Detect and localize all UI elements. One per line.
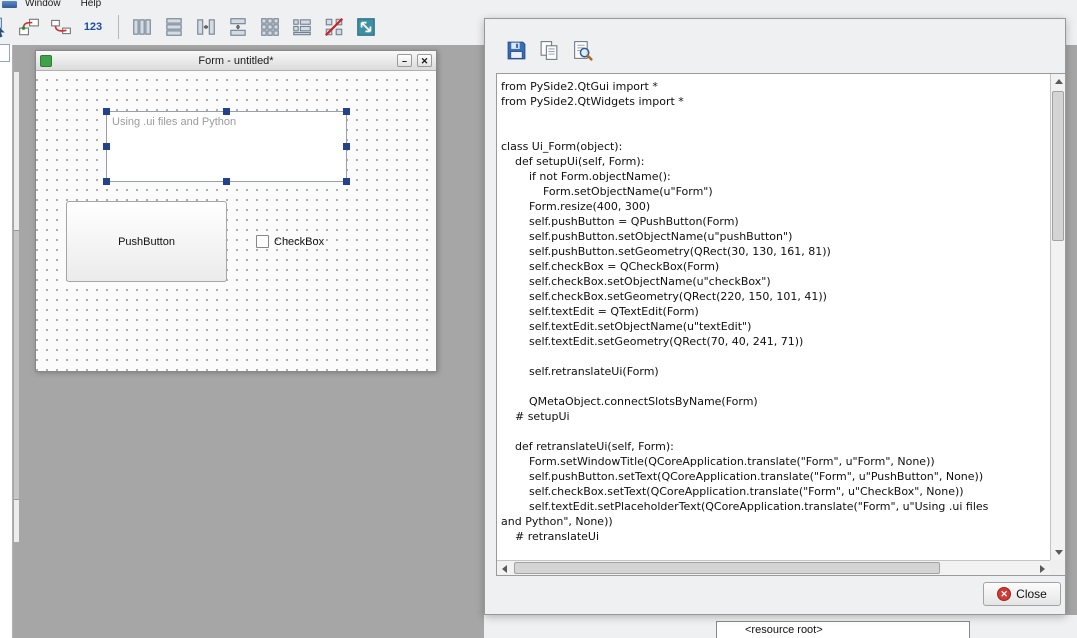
code-view: from PySide2.QtGui import * from PySide2… xyxy=(496,73,1066,576)
form-close-button[interactable] xyxy=(417,54,432,67)
textedit-placeholder: Using .ui files and Python xyxy=(112,116,236,128)
layout-vertical-button[interactable] xyxy=(161,14,187,40)
menu-help[interactable]: Help xyxy=(81,0,102,9)
layout-horizontal-splitter-button[interactable] xyxy=(193,14,219,40)
edit-widgets-button[interactable] xyxy=(0,14,10,40)
selection-handle-ne[interactable] xyxy=(343,108,350,115)
textedit-widget[interactable]: Using .ui files and Python xyxy=(106,111,347,182)
selection-handle-nw[interactable] xyxy=(103,108,110,115)
designer-form-icon xyxy=(40,55,52,67)
pushbutton-widget[interactable]: PushButton xyxy=(66,201,227,282)
save-button[interactable] xyxy=(502,36,530,64)
widget-box-panel xyxy=(0,45,13,638)
widget-filter-input[interactable] xyxy=(0,44,10,62)
widget-box-scrollbar-thumb[interactable] xyxy=(14,230,19,500)
adjust-size-button[interactable] xyxy=(353,14,379,40)
menu-window[interactable]: Window xyxy=(25,0,61,9)
checkbox-label: CheckBox xyxy=(274,236,324,248)
edit-tab-order-icon: 123 xyxy=(84,21,102,33)
code-horizontal-scrollbar[interactable] xyxy=(497,560,1050,575)
qt-designer-app: Window Help 123 xyxy=(0,0,1077,638)
edit-signals-slots-button[interactable] xyxy=(16,14,42,40)
code-vertical-scrollbar[interactable] xyxy=(1050,74,1065,560)
checkbox-widget[interactable]: CheckBox xyxy=(256,221,357,262)
break-layout-icon xyxy=(323,16,345,38)
selection-handle-n[interactable] xyxy=(223,108,230,115)
checkbox-indicator xyxy=(256,235,269,248)
edit-widgets-icon xyxy=(0,16,8,38)
edit-tab-order-button[interactable]: 123 xyxy=(80,14,106,40)
find-button[interactable] xyxy=(568,36,596,64)
break-layout-button[interactable] xyxy=(321,14,347,40)
scroll-right-icon xyxy=(1040,565,1045,573)
scroll-left-button[interactable] xyxy=(497,561,512,576)
layout-vertical-icon xyxy=(163,16,185,38)
scroll-right-button[interactable] xyxy=(1035,561,1050,576)
resource-root-item[interactable]: <resource root> xyxy=(745,624,823,636)
scroll-left-icon xyxy=(502,565,507,573)
selection-handle-se[interactable] xyxy=(343,178,350,185)
layout-grid-button[interactable] xyxy=(257,14,283,40)
scroll-up-button[interactable] xyxy=(1051,74,1066,89)
selection-handle-sw[interactable] xyxy=(103,178,110,185)
selection-handle-e[interactable] xyxy=(343,143,350,150)
code-preview-dialog: from PySide2.QtGui import * from PySide2… xyxy=(484,18,1066,615)
form-canvas[interactable]: Using .ui files and Python PushButton Ch… xyxy=(36,71,436,371)
code-text[interactable]: from PySide2.QtGui import * from PySide2… xyxy=(501,79,1048,558)
adjust-size-icon xyxy=(355,16,377,38)
form-window-title: Form - untitled* xyxy=(36,55,436,67)
layout-horizontal-button[interactable] xyxy=(129,14,155,40)
form-editor-window: Form - untitled* Using .ui files and Pyt… xyxy=(35,50,437,372)
layout-form-button[interactable] xyxy=(289,14,315,40)
layout-form-icon xyxy=(291,16,313,38)
layout-grid-icon xyxy=(259,16,281,38)
menubar: Window Help xyxy=(0,0,1077,9)
copy-icon xyxy=(538,39,561,62)
widget-box-scrollbar[interactable] xyxy=(13,72,20,542)
close-button[interactable]: Close xyxy=(983,582,1061,606)
save-icon xyxy=(505,39,528,62)
close-button-label: Close xyxy=(1016,587,1047,601)
scroll-down-button[interactable] xyxy=(1051,545,1066,560)
form-minimize-button[interactable] xyxy=(397,54,412,67)
resource-browser: <resource root> xyxy=(716,621,970,638)
scrollbar-corner xyxy=(1050,560,1065,575)
horizontal-scrollbar-thumb[interactable] xyxy=(514,562,940,574)
layout-horizontal-icon xyxy=(131,16,153,38)
edit-buddies-button[interactable] xyxy=(48,14,74,40)
vertical-scrollbar-thumb[interactable] xyxy=(1052,91,1064,241)
toolbar-separator xyxy=(118,15,119,39)
edit-signals-slots-icon xyxy=(18,16,40,38)
selection-handle-w[interactable] xyxy=(103,143,110,150)
find-icon xyxy=(571,39,594,62)
code-dialog-toolbar xyxy=(502,36,601,64)
layout-horizontal-splitter-icon xyxy=(195,16,217,38)
edit-buddies-icon xyxy=(50,16,72,38)
layout-vertical-splitter-icon xyxy=(227,16,249,38)
app-icon xyxy=(2,1,17,8)
layout-vertical-splitter-button[interactable] xyxy=(225,14,251,40)
selection-handle-s[interactable] xyxy=(223,178,230,185)
scroll-up-icon xyxy=(1055,79,1063,84)
copy-button[interactable] xyxy=(535,36,563,64)
form-titlebar[interactable]: Form - untitled* xyxy=(36,51,436,71)
scroll-down-icon xyxy=(1055,550,1063,555)
close-circle-icon xyxy=(997,587,1011,601)
